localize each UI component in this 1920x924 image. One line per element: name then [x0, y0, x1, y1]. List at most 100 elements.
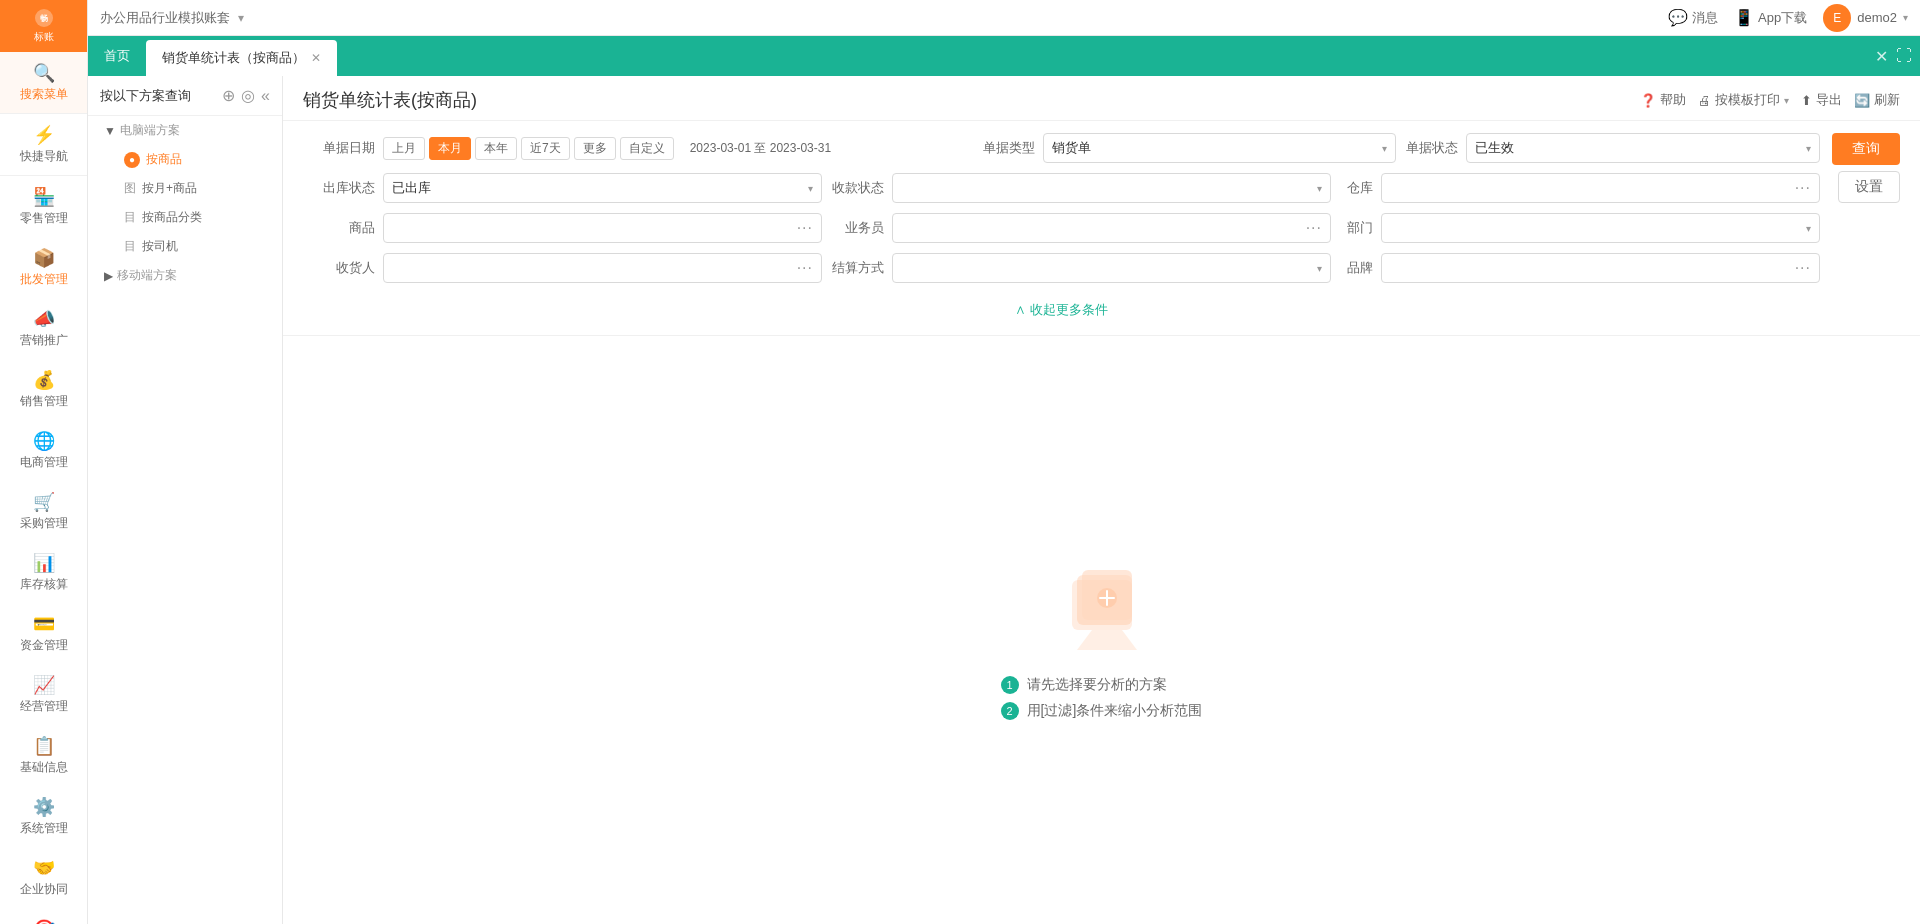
- salesperson-control: ···: [892, 213, 1331, 243]
- tab-sales-stat[interactable]: 销货单统计表（按商品） ✕: [146, 40, 337, 76]
- tabbar-expand-icon[interactable]: ⛶: [1896, 47, 1912, 65]
- tip-text-2: 用[过滤]条件来缩小分析范围: [1027, 702, 1203, 720]
- sidebar-item-search-menu[interactable]: 🔍 搜索菜单: [0, 52, 87, 114]
- tree-item-by-month-product[interactable]: 图 按月+商品: [88, 174, 282, 203]
- settlement-arrow: ▾: [1317, 263, 1322, 274]
- date-btn-last-month[interactable]: 上月: [383, 137, 425, 160]
- user-dropdown-arrow: ▾: [1903, 12, 1908, 23]
- settlement-input[interactable]: ▾: [892, 253, 1331, 283]
- dept-control: ▾: [1381, 213, 1820, 243]
- salesperson-input[interactable]: ···: [892, 213, 1331, 243]
- page-header: 销货单统计表(按商品) ❓ 帮助 🖨 按模板打印 ▾ ⬆ 导出: [283, 76, 1920, 121]
- message-btn[interactable]: 💬 消息: [1668, 8, 1718, 27]
- sidebar-item-wholesale[interactable]: 📦 批发管理: [0, 237, 87, 298]
- filter-row-4: 收货人 ··· 结算方式 ▾: [303, 253, 1820, 283]
- refresh-btn[interactable]: 🔄 刷新: [1854, 91, 1900, 109]
- date-btn-this-year[interactable]: 本年: [475, 137, 517, 160]
- product-input[interactable]: ···: [383, 213, 822, 243]
- sidebar-item-finance[interactable]: 💳 资金管理: [0, 603, 87, 664]
- filter-fields: 单据日期 上月 本月 本年 近7天 更多 自定义 20: [303, 133, 1820, 323]
- sidebar-item-enterprise[interactable]: 🤝 企业协同: [0, 847, 87, 908]
- sidebar-item-inventory[interactable]: 📊 库存核算: [0, 542, 87, 603]
- app-download-btn[interactable]: 📱 App下载: [1734, 8, 1807, 27]
- template-print-btn[interactable]: 🖨 按模板打印 ▾: [1698, 91, 1789, 109]
- export-btn[interactable]: ⬆ 导出: [1801, 91, 1842, 109]
- sidebar-item-retail[interactable]: 🏪 零售管理: [0, 176, 87, 237]
- sidebar-item-quick-nav[interactable]: ⚡ 快捷导航: [0, 114, 87, 176]
- payment-input[interactable]: ▾: [892, 173, 1331, 203]
- tabbar-close-icon[interactable]: ✕: [1875, 47, 1888, 66]
- tab-close-icon[interactable]: ✕: [311, 51, 321, 65]
- sidebar-item-label-ecommerce: 电商管理: [20, 454, 68, 471]
- warehouse-out-value: 已出库: [392, 179, 431, 197]
- help-btn[interactable]: ❓ 帮助: [1640, 91, 1686, 109]
- filter-row-3: 商品 ··· 业务员 ···: [303, 213, 1820, 243]
- recipient-dots: ···: [797, 259, 813, 277]
- sidebar-item-newbie[interactable]: 🎯 新手引导: [0, 908, 87, 924]
- status-input[interactable]: 已生效 ▾: [1466, 133, 1820, 163]
- recipient-input[interactable]: ···: [383, 253, 822, 283]
- tabbar-controls: ✕ ⛶: [1867, 36, 1920, 76]
- date-btn-more[interactable]: 更多: [574, 137, 616, 160]
- app-download-icon: 📱: [1734, 8, 1754, 27]
- sidebar-item-label-retail: 零售管理: [20, 210, 68, 227]
- collapse-panel-icon[interactable]: «: [261, 87, 270, 105]
- payment-arrow: ▾: [1317, 183, 1322, 194]
- tree-item-by-sku[interactable]: 目 按司机: [88, 232, 282, 261]
- user-info[interactable]: E demo2 ▾: [1823, 4, 1908, 32]
- by-product-category-label: 按商品分类: [142, 209, 202, 226]
- salesperson-dots: ···: [1306, 219, 1322, 237]
- tree-group-mobile-label: 移动端方案: [117, 267, 177, 284]
- topbar-dropdown-arrow[interactable]: ▾: [238, 11, 244, 25]
- export-label: 导出: [1816, 91, 1842, 109]
- type-label: 单据类型: [973, 139, 1043, 157]
- sidebar-item-sales[interactable]: 💰 销售管理: [0, 359, 87, 420]
- query-button[interactable]: 查询: [1832, 133, 1900, 165]
- left-panel: 按以下方案查询 ⊕ ◎ « ▼ 电脑端方案 ● 按商品 图 按月+商品 目: [88, 76, 283, 924]
- settings-plan-icon[interactable]: ◎: [241, 86, 255, 105]
- settings-button[interactable]: 设置: [1838, 171, 1900, 203]
- purchase-icon: 🛒: [33, 491, 55, 513]
- print-dropdown-arrow: ▾: [1784, 95, 1789, 106]
- marketing-icon: 📣: [33, 308, 55, 330]
- empty-tips: 1 请先选择要分析的方案 2 用[过滤]条件来缩小分析范围: [1001, 676, 1203, 720]
- payment-control: ▾: [892, 173, 1331, 203]
- sidebar-item-basic[interactable]: 📋 基础信息: [0, 725, 87, 786]
- warehouse-out-input[interactable]: 已出库 ▾: [383, 173, 822, 203]
- tab-home[interactable]: 首页: [88, 36, 146, 76]
- sidebar-item-system[interactable]: ⚙️ 系统管理: [0, 786, 87, 847]
- date-btn-custom[interactable]: 自定义: [620, 137, 674, 160]
- tree-item-by-product[interactable]: ● 按商品: [88, 145, 282, 174]
- sidebar-item-marketing[interactable]: 📣 营销推广: [0, 298, 87, 359]
- template-print-label: 按模板打印: [1715, 91, 1780, 109]
- tree-item-by-product-category[interactable]: 目 按商品分类: [88, 203, 282, 232]
- sidebar-item-purchase[interactable]: 🛒 采购管理: [0, 481, 87, 542]
- type-dropdown-arrow: ▾: [1382, 143, 1387, 154]
- help-icon: ❓: [1640, 93, 1656, 108]
- filter-area: 单据日期 上月 本月 本年 近7天 更多 自定义 20: [283, 121, 1920, 336]
- tree-group-mobile: ▶ 移动端方案: [88, 261, 282, 290]
- add-plan-icon[interactable]: ⊕: [222, 86, 235, 105]
- date-btn-this-month[interactable]: 本月: [429, 137, 471, 160]
- settlement-label: 结算方式: [822, 259, 892, 277]
- type-input[interactable]: 销货单 ▾: [1043, 133, 1397, 163]
- date-btn-7days[interactable]: 近7天: [521, 137, 570, 160]
- sales-icon: 💰: [33, 369, 55, 391]
- status-value: 已生效: [1475, 139, 1514, 157]
- refresh-label: 刷新: [1874, 91, 1900, 109]
- brand-input[interactable]: ···: [1381, 253, 1820, 283]
- type-control[interactable]: 销货单 ▾: [1043, 133, 1397, 163]
- dept-input[interactable]: ▾: [1381, 213, 1820, 243]
- warehouse-input[interactable]: ···: [1381, 173, 1820, 203]
- search-menu-icon: 🔍: [33, 62, 55, 84]
- sidebar-item-ecommerce[interactable]: 🌐 电商管理: [0, 420, 87, 481]
- warehouse-out-arrow: ▾: [808, 183, 813, 194]
- avatar: E: [1823, 4, 1851, 32]
- dept-arrow: ▾: [1806, 223, 1811, 234]
- empty-tip-2: 2 用[过滤]条件来缩小分析范围: [1001, 702, 1203, 720]
- filter-row-2: 出库状态 已出库 ▾ 收款状态: [303, 173, 1820, 203]
- sidebar-item-operations[interactable]: 📈 经营管理: [0, 664, 87, 725]
- brand-control: ···: [1381, 253, 1820, 283]
- content: 按以下方案查询 ⊕ ◎ « ▼ 电脑端方案 ● 按商品 图 按月+商品 目: [88, 76, 1920, 924]
- collapse-btn[interactable]: ∧ 收起更多条件: [303, 293, 1820, 323]
